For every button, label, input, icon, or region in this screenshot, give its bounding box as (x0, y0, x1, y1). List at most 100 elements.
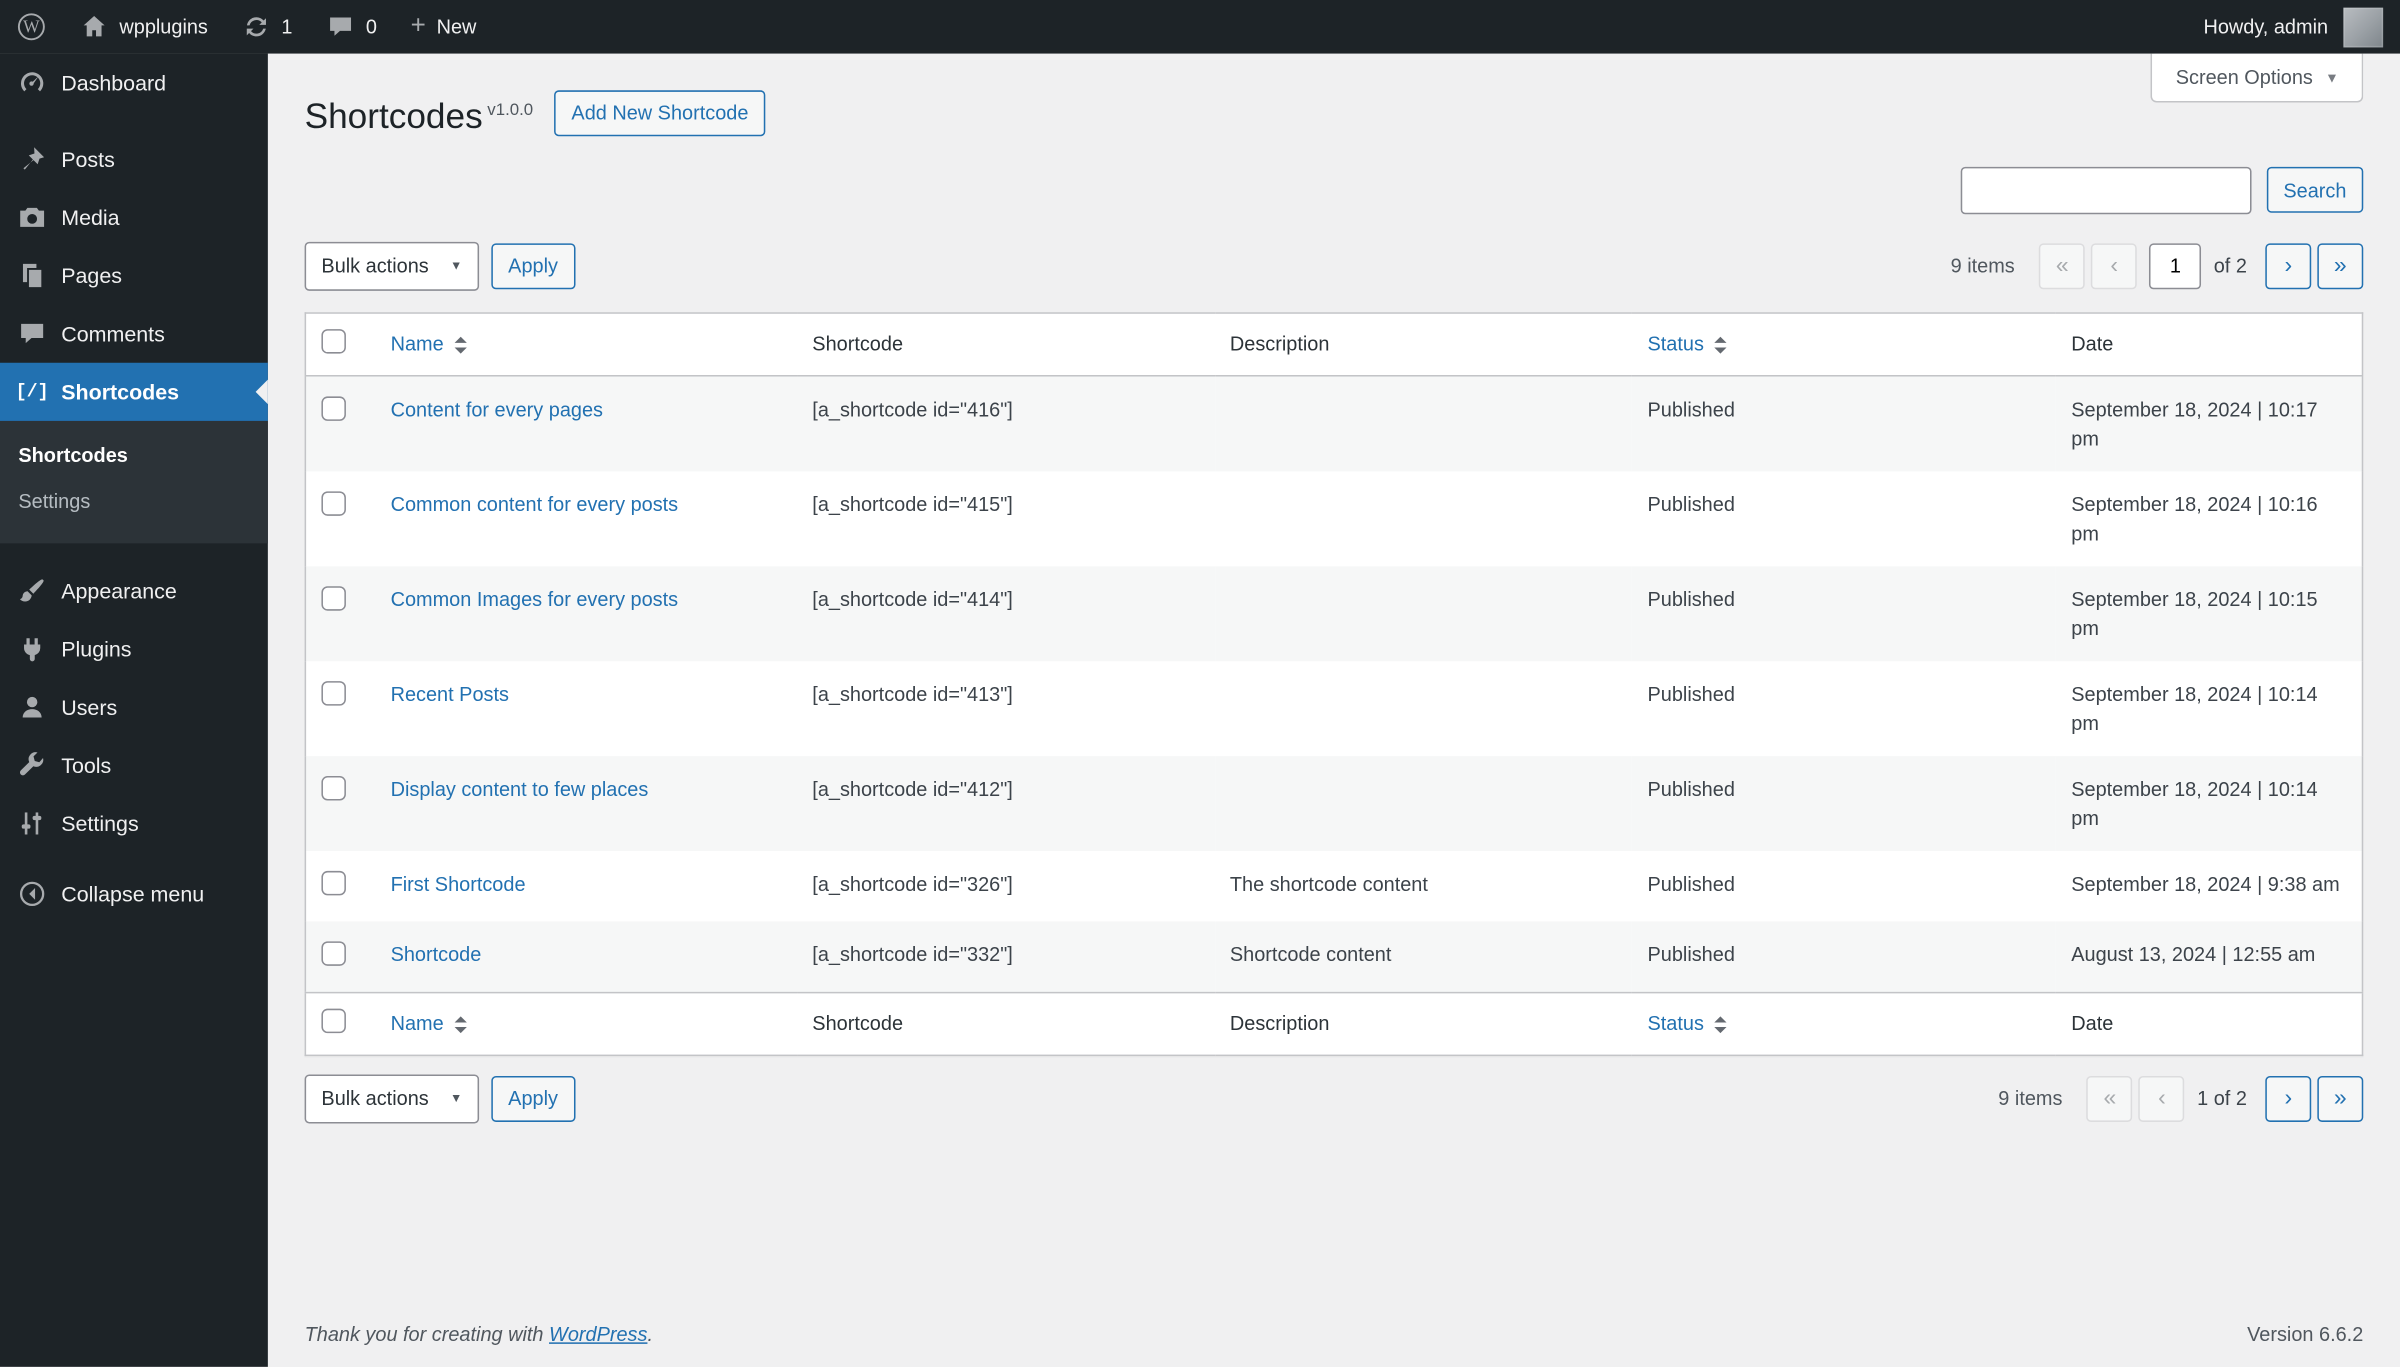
sidebar-item-label: Dashboard (61, 69, 167, 95)
column-header-date: Date (2055, 991, 2363, 1055)
bulk-actions-select[interactable]: Bulk actions ▼ (304, 241, 480, 291)
column-header-shortcode: Shortcode (796, 312, 1215, 377)
shortcode-name-link[interactable]: Common Images for every posts (391, 587, 679, 610)
column-header-status[interactable]: Status (1632, 991, 2056, 1055)
settings-icon (17, 808, 48, 839)
description-cell: Shortcode content (1229, 942, 1392, 966)
shortcode-name-link[interactable]: Shortcode (391, 942, 482, 965)
shortcode-name-link[interactable]: Recent Posts (391, 682, 509, 705)
shortcode-cell: [a_shortcode id="414"] (812, 587, 1013, 611)
search-input[interactable] (1960, 166, 2252, 214)
apply-button[interactable]: Apply (491, 1075, 575, 1122)
description-cell (1215, 566, 1633, 661)
table-row: Content for every pages [a_shortcode id=… (305, 375, 2363, 471)
updates-menu[interactable]: 1 (225, 0, 310, 54)
row-checkbox[interactable] (321, 395, 346, 421)
bulk-actions-select[interactable]: Bulk actions ▼ (304, 1073, 480, 1123)
shortcode-cell: [a_shortcode id="326"] (812, 871, 1013, 895)
row-checkbox[interactable] (321, 940, 346, 966)
sidebar-item-label: Plugins (61, 635, 132, 661)
sidebar-item-label: Settings (61, 810, 139, 835)
status-cell: Published (1647, 871, 1735, 895)
shortcode-name-link[interactable]: First Shortcode (391, 872, 526, 895)
date-cell: September 18, 2024 | 9:38 am (2071, 871, 2340, 895)
next-page-button[interactable]: › (2265, 242, 2312, 289)
apply-button[interactable]: Apply (491, 242, 575, 289)
page-range-label: 1 of 2 (2197, 1086, 2247, 1110)
sidebar-item-tools[interactable]: Tools (0, 736, 268, 794)
chevron-down-icon: ▼ (450, 1091, 463, 1106)
sidebar-item-media[interactable]: Media (0, 188, 268, 246)
last-page-button[interactable]: » (2317, 242, 2364, 289)
sort-arrows-icon (1714, 1016, 1727, 1034)
row-checkbox[interactable] (321, 490, 346, 516)
bulk-actions-label: Bulk actions (321, 254, 429, 278)
table-row: Shortcode [a_shortcode id="332"] Shortco… (305, 920, 2363, 993)
column-header-name[interactable]: Name (375, 991, 797, 1055)
page-title: Shortcodes v1.0.0 (304, 95, 534, 136)
shortcodes-submenu: Shortcodes Settings (0, 420, 268, 544)
add-new-shortcode-button[interactable]: Add New Shortcode (554, 90, 766, 136)
sidebar-item-label: Pages (61, 262, 122, 287)
date-cell: August 13, 2024 | 12:55 am (2071, 942, 2316, 966)
table-row: First Shortcode [a_shortcode id="326"] T… (305, 850, 2362, 920)
screen-options-button[interactable]: Screen Options ▼ (2151, 53, 2364, 103)
bulk-actions-bottom: Bulk actions ▼ Apply (304, 1073, 575, 1123)
table-row: Recent Posts [a_shortcode id="413"] Publ… (305, 661, 2362, 756)
my-account-menu[interactable]: Howdy, admin (2187, 0, 2400, 54)
items-count: 9 items (1950, 254, 2015, 278)
sidebar-item-appearance[interactable]: Appearance (0, 562, 268, 620)
comments-menu[interactable]: 0 (309, 0, 394, 54)
column-header-description: Description (1214, 991, 1633, 1055)
sidebar-item-settings[interactable]: Settings (0, 794, 268, 852)
table-body: Content for every pages [a_shortcode id=… (305, 375, 2363, 993)
column-header-status[interactable]: Status (1632, 312, 2056, 377)
select-all-checkbox[interactable] (321, 1008, 346, 1033)
row-checkbox[interactable] (321, 680, 346, 706)
submenu-item-shortcodes[interactable]: Shortcodes (0, 433, 268, 479)
sidebar-item-plugins[interactable]: Plugins (0, 620, 268, 678)
update-icon (242, 12, 271, 41)
shortcode-name-link[interactable]: Common content for every posts (391, 492, 679, 515)
status-cell: Published (1647, 492, 1735, 516)
sidebar-item-dashboard[interactable]: Dashboard (0, 54, 268, 112)
status-cell: Published (1647, 777, 1735, 800)
table-header: Name Shortcode Description Status Date (305, 312, 2363, 377)
sidebar-item-comments[interactable]: Comments (0, 305, 268, 363)
next-page-button[interactable]: › (2265, 1075, 2312, 1122)
table-row: Display content to few places [a_shortco… (305, 755, 2363, 851)
wordpress-logo-menu[interactable]: W (0, 0, 63, 54)
submenu-item-settings[interactable]: Settings (0, 479, 268, 525)
sidebar-item-posts[interactable]: Posts (0, 130, 268, 188)
wordpress-link[interactable]: WordPress (549, 1322, 647, 1345)
shortcode-name-link[interactable]: Content for every pages (391, 397, 603, 420)
collapse-menu-button[interactable]: Collapse menu (0, 865, 268, 923)
last-page-button[interactable]: » (2317, 1075, 2364, 1122)
shortcode-name-link[interactable]: Display content to few places (391, 777, 649, 800)
description-cell (1215, 661, 1633, 756)
current-page-input[interactable] (2149, 242, 2202, 289)
first-page-button: « (2039, 242, 2086, 289)
wordpress-version-label: Version 6.6.2 (2247, 1322, 2364, 1346)
shortcode-cell: [a_shortcode id="415"] (812, 492, 1013, 516)
sidebar-item-pages[interactable]: Pages (0, 246, 268, 304)
sidebar-item-shortcodes[interactable]: [/] Shortcodes (0, 362, 268, 421)
select-all-checkbox[interactable] (321, 328, 346, 354)
row-checkbox[interactable] (321, 870, 346, 895)
new-content-menu[interactable]: + New (394, 0, 493, 54)
row-checkbox[interactable] (321, 585, 346, 611)
table-row: Common content for every posts [a_shortc… (305, 471, 2362, 566)
sidebar-item-label: Appearance (61, 577, 177, 603)
column-header-date: Date (2055, 312, 2363, 377)
column-header-name[interactable]: Name (375, 312, 797, 377)
shortcode-icon: [/] (15, 380, 49, 402)
pages-icon (17, 260, 48, 291)
site-name-menu[interactable]: wpplugins (63, 0, 225, 54)
howdy-label: Howdy, admin (2203, 15, 2329, 39)
search-button[interactable]: Search (2266, 167, 2364, 213)
sidebar-item-users[interactable]: Users (0, 678, 268, 736)
plugin-icon (17, 634, 48, 665)
row-checkbox[interactable] (321, 775, 346, 800)
footer-thanks-text: Thank you for creating with WordPress. (304, 1322, 653, 1346)
shortcode-cell: [a_shortcode id="416"] (812, 397, 1013, 421)
